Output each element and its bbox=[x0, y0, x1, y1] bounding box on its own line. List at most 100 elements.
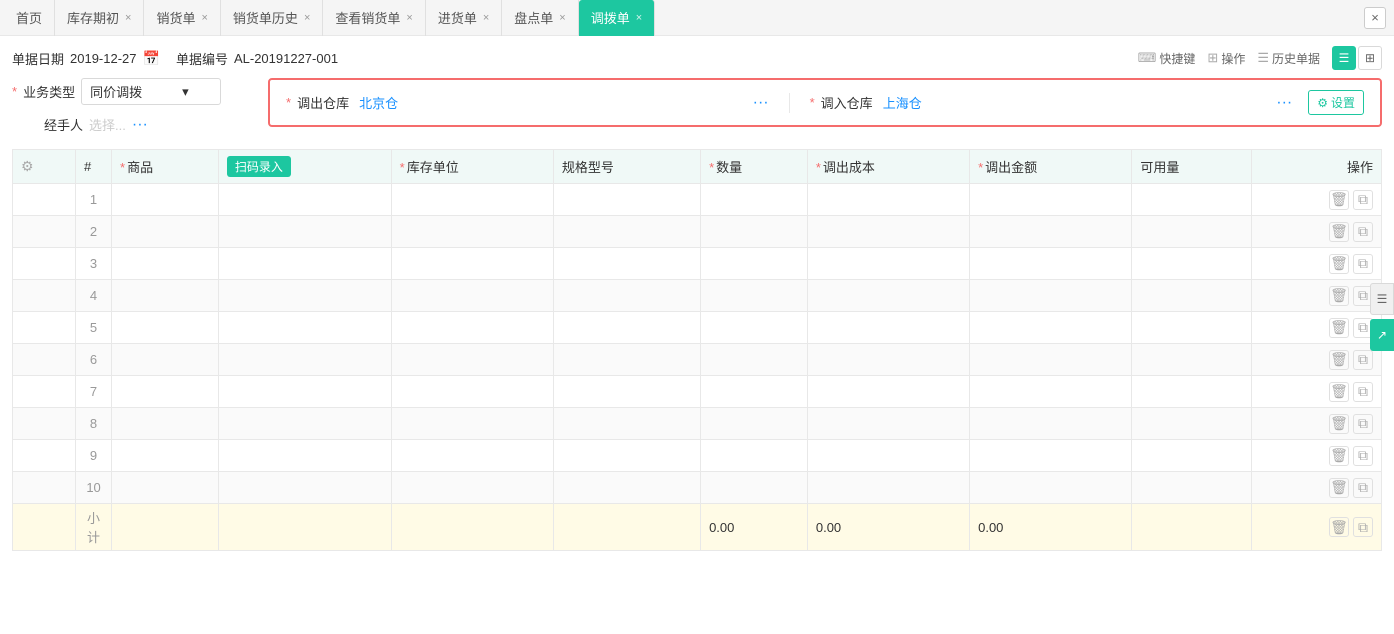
product-cell[interactable] bbox=[112, 184, 219, 216]
shortcut-button[interactable]: ⌨ 快捷键 bbox=[1138, 50, 1196, 67]
available-cell[interactable] bbox=[1132, 216, 1251, 248]
float-list-button[interactable]: ☰ bbox=[1370, 283, 1394, 315]
copy-button[interactable]: ⧉ bbox=[1353, 446, 1373, 466]
delete-button[interactable]: 🗑 bbox=[1329, 190, 1349, 210]
available-cell[interactable] bbox=[1132, 408, 1251, 440]
unit-cell[interactable] bbox=[391, 440, 553, 472]
tab-stock-init[interactable]: 库存期初 × bbox=[55, 0, 144, 36]
unit-cell[interactable] bbox=[391, 472, 553, 504]
product-cell[interactable] bbox=[112, 216, 219, 248]
amount-cell[interactable] bbox=[970, 248, 1132, 280]
cost-cell[interactable] bbox=[807, 344, 969, 376]
cost-cell[interactable] bbox=[807, 440, 969, 472]
tab-inventory-close[interactable]: × bbox=[559, 12, 565, 24]
product-cell[interactable] bbox=[112, 248, 219, 280]
qty-cell[interactable] bbox=[701, 472, 808, 504]
product-cell[interactable] bbox=[112, 376, 219, 408]
history-button[interactable]: ☰ 历史单据 bbox=[1257, 50, 1320, 67]
delete-button[interactable]: 🗑 bbox=[1329, 318, 1349, 338]
float-external-button[interactable]: ↗ bbox=[1370, 319, 1394, 351]
available-cell[interactable] bbox=[1132, 344, 1251, 376]
product-cell[interactable] bbox=[112, 440, 219, 472]
spec-cell[interactable] bbox=[553, 376, 700, 408]
unit-cell[interactable] bbox=[391, 376, 553, 408]
tab-sales-history[interactable]: 销货单历史 × bbox=[221, 0, 323, 36]
amount-cell[interactable] bbox=[970, 408, 1132, 440]
product-cell[interactable] bbox=[112, 472, 219, 504]
qty-cell[interactable] bbox=[701, 248, 808, 280]
tab-inventory[interactable]: 盘点单 × bbox=[502, 0, 578, 36]
amount-cell[interactable] bbox=[970, 216, 1132, 248]
delete-button[interactable]: 🗑 bbox=[1329, 254, 1349, 274]
qty-cell[interactable] bbox=[701, 344, 808, 376]
cost-cell[interactable] bbox=[807, 184, 969, 216]
amount-cell[interactable] bbox=[970, 312, 1132, 344]
amount-cell[interactable]: 0.00 bbox=[970, 504, 1132, 551]
copy-button[interactable]: ⧉ bbox=[1353, 350, 1373, 370]
tab-sales-order-close[interactable]: × bbox=[201, 12, 207, 24]
unit-cell[interactable] bbox=[391, 312, 553, 344]
tab-view-sales-close[interactable]: × bbox=[406, 12, 412, 24]
delete-button[interactable]: 🗑 bbox=[1329, 478, 1349, 498]
spec-cell[interactable] bbox=[553, 472, 700, 504]
spec-cell[interactable] bbox=[553, 504, 700, 551]
cost-cell[interactable] bbox=[807, 216, 969, 248]
qty-cell[interactable]: 0.00 bbox=[701, 504, 808, 551]
cost-cell[interactable] bbox=[807, 280, 969, 312]
qty-cell[interactable] bbox=[701, 280, 808, 312]
tab-purchase[interactable]: 进货单 × bbox=[426, 0, 502, 36]
cost-cell[interactable] bbox=[807, 312, 969, 344]
tab-transfer[interactable]: 调拨单 × bbox=[579, 0, 655, 36]
amount-cell[interactable] bbox=[970, 440, 1132, 472]
spec-cell[interactable] bbox=[553, 312, 700, 344]
delete-button[interactable]: 🗑 bbox=[1329, 222, 1349, 242]
cost-cell[interactable] bbox=[807, 408, 969, 440]
copy-button[interactable]: ⧉ bbox=[1353, 382, 1373, 402]
out-value[interactable]: 北京仓 bbox=[359, 93, 398, 112]
cost-cell[interactable] bbox=[807, 376, 969, 408]
amount-cell[interactable] bbox=[970, 344, 1132, 376]
delete-button[interactable]: 🗑 bbox=[1329, 382, 1349, 402]
qty-cell[interactable] bbox=[701, 376, 808, 408]
delete-button[interactable]: 🗑 bbox=[1329, 286, 1349, 306]
delete-button[interactable]: 🗑 bbox=[1329, 446, 1349, 466]
copy-button[interactable]: ⧉ bbox=[1353, 414, 1373, 434]
amount-cell[interactable] bbox=[970, 472, 1132, 504]
spec-cell[interactable] bbox=[553, 248, 700, 280]
available-cell[interactable] bbox=[1132, 376, 1251, 408]
unit-cell[interactable] bbox=[391, 248, 553, 280]
amount-cell[interactable] bbox=[970, 184, 1132, 216]
delete-button[interactable]: 🗑 bbox=[1329, 350, 1349, 370]
cost-cell[interactable] bbox=[807, 248, 969, 280]
out-more-icon[interactable]: ··· bbox=[753, 94, 769, 112]
unit-cell[interactable] bbox=[391, 184, 553, 216]
spec-cell[interactable] bbox=[553, 344, 700, 376]
gear-icon[interactable]: ⚙ bbox=[21, 158, 34, 174]
amount-cell[interactable] bbox=[970, 376, 1132, 408]
business-select[interactable]: 同价调拨 ▾ bbox=[81, 78, 221, 105]
tab-home[interactable]: 首页 bbox=[8, 0, 55, 36]
qty-cell[interactable] bbox=[701, 184, 808, 216]
copy-button[interactable]: ⧉ bbox=[1353, 517, 1373, 537]
operate-button[interactable]: ⊞ 操作 bbox=[1207, 50, 1245, 67]
available-cell[interactable] bbox=[1132, 184, 1251, 216]
calendar-icon[interactable]: 📅 bbox=[143, 50, 160, 67]
qty-cell[interactable] bbox=[701, 440, 808, 472]
grid-view-button[interactable]: ⊞ bbox=[1358, 46, 1382, 70]
product-cell[interactable] bbox=[112, 312, 219, 344]
close-all-tabs-button[interactable]: × bbox=[1364, 7, 1386, 29]
list-view-button[interactable]: ☰ bbox=[1332, 46, 1356, 70]
product-cell[interactable] bbox=[112, 504, 219, 551]
tab-transfer-close[interactable]: × bbox=[636, 12, 642, 24]
available-cell[interactable] bbox=[1132, 472, 1251, 504]
qty-cell[interactable] bbox=[701, 312, 808, 344]
unit-cell[interactable] bbox=[391, 280, 553, 312]
copy-button[interactable]: ⧉ bbox=[1353, 478, 1373, 498]
scan-button[interactable]: 扫码录入 bbox=[227, 156, 291, 177]
unit-cell[interactable] bbox=[391, 216, 553, 248]
product-cell[interactable] bbox=[112, 344, 219, 376]
copy-button[interactable]: ⧉ bbox=[1353, 254, 1373, 274]
qty-cell[interactable] bbox=[701, 408, 808, 440]
qty-cell[interactable] bbox=[701, 216, 808, 248]
available-cell[interactable] bbox=[1132, 248, 1251, 280]
